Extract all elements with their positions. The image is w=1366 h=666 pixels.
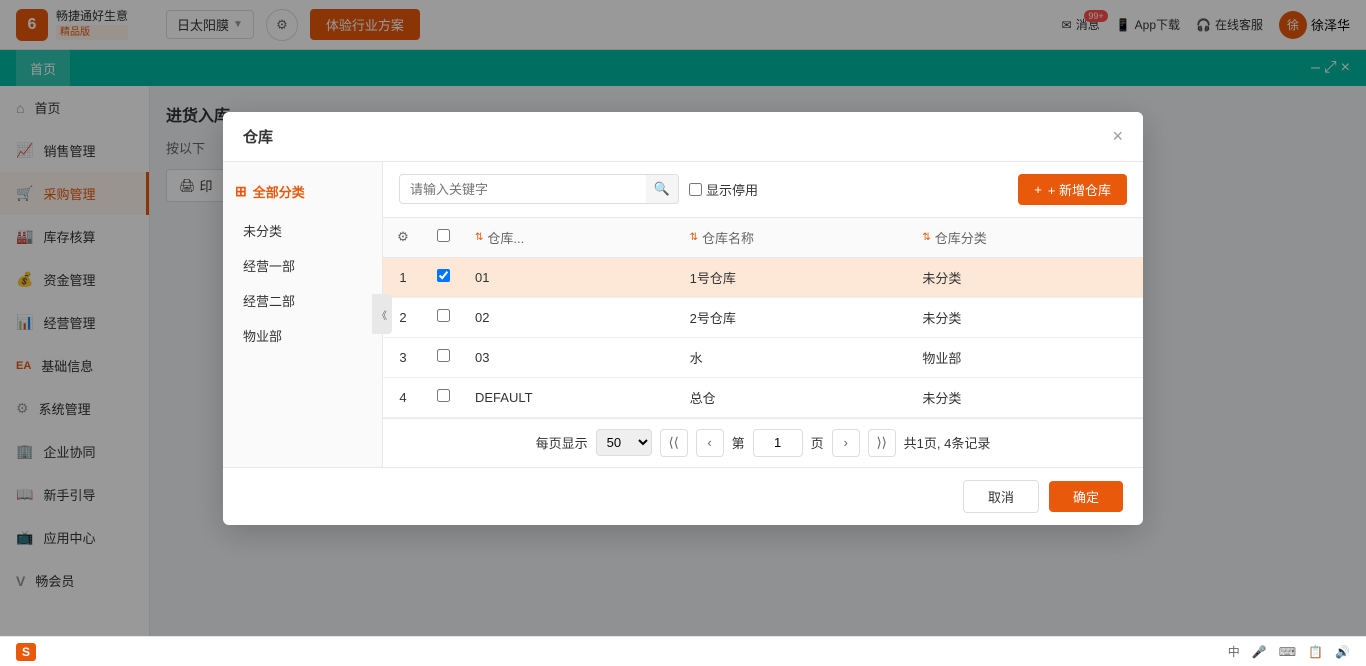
warehouse-modal: 仓库 × ⊞ 全部分类 《 未分类 经营一部 经营二部 物业部 xyxy=(223,112,1143,525)
table-row[interactable]: 2 02 2号仓库 未分类 xyxy=(383,297,1143,337)
row-settings: 3 xyxy=(383,337,423,377)
row-category: 未分类 xyxy=(910,257,1143,297)
page-size-label: 每页显示 xyxy=(536,433,588,452)
category-item-property[interactable]: 物业部 xyxy=(223,318,382,353)
table-wrapper: ⚙ ⇅ 仓库... xyxy=(383,218,1143,418)
row-category: 未分类 xyxy=(910,297,1143,337)
category-header: ⊞ 全部分类 xyxy=(223,174,382,213)
show-disabled-checkbox[interactable]: 显示停用 xyxy=(689,180,758,199)
sort-icon: ⇅ xyxy=(922,232,930,243)
page-suffix: 页 xyxy=(811,433,824,452)
page-number-input[interactable] xyxy=(753,429,803,457)
plus-icon: + xyxy=(1034,182,1042,197)
cancel-button[interactable]: 取消 xyxy=(963,480,1039,513)
status-logo: S xyxy=(16,643,36,661)
row-code: 01 xyxy=(463,257,678,297)
th-code: ⇅ 仓库... xyxy=(463,218,678,258)
keyboard-icon: ⌨ xyxy=(1279,645,1296,659)
page-size-select[interactable]: 50 100 200 xyxy=(596,429,652,456)
category-title: 全部分类 xyxy=(253,182,305,201)
status-bar: S 中 🎤 ⌨ 📋 🔊 xyxy=(0,636,1366,666)
row-code: 02 xyxy=(463,297,678,337)
row-checkbox[interactable] xyxy=(437,349,450,362)
search-box: 🔍 xyxy=(399,174,679,204)
row-settings: 1 xyxy=(383,257,423,297)
search-input[interactable] xyxy=(400,176,646,203)
row-checkbox[interactable] xyxy=(437,389,450,402)
speaker-icon: 🔊 xyxy=(1335,645,1350,659)
total-info: 共1页, 4条记录 xyxy=(904,433,991,452)
table-row[interactable]: 3 03 水 物业部 xyxy=(383,337,1143,377)
first-page-button[interactable]: ⟨⟨ xyxy=(660,429,688,457)
row-category: 未分类 xyxy=(910,377,1143,417)
row-name: 1号仓库 xyxy=(678,257,911,297)
sort-icon: ⇅ xyxy=(475,232,483,243)
category-sidebar: ⊞ 全部分类 《 未分类 经营一部 经营二部 物业部 xyxy=(223,162,383,467)
sort-icon: ⇅ xyxy=(690,232,698,243)
clipboard-icon: 📋 xyxy=(1308,645,1323,659)
row-code: DEFAULT xyxy=(463,377,678,417)
mic-icon: 🎤 xyxy=(1252,645,1267,659)
modal-overlay: 仓库 × ⊞ 全部分类 《 未分类 经营一部 经营二部 物业部 xyxy=(0,0,1366,636)
new-warehouse-button[interactable]: + + 新增仓库 xyxy=(1018,174,1127,205)
last-page-button[interactable]: ⟩⟩ xyxy=(868,429,896,457)
modal-header: 仓库 × xyxy=(223,112,1143,162)
row-checkbox[interactable] xyxy=(437,309,450,322)
select-all-checkbox[interactable] xyxy=(437,229,450,242)
category-item-unclassified[interactable]: 未分类 xyxy=(223,213,382,248)
modal-title: 仓库 xyxy=(243,126,273,147)
category-item-dept2[interactable]: 经营二部 xyxy=(223,283,382,318)
next-page-button[interactable]: › xyxy=(832,429,860,457)
category-item-dept1[interactable]: 经营一部 xyxy=(223,248,382,283)
th-name: ⇅ 仓库名称 xyxy=(678,218,911,258)
warehouse-table: ⚙ ⇅ 仓库... xyxy=(383,218,1143,418)
row-name: 总仓 xyxy=(678,377,911,417)
status-bar-right: 中 🎤 ⌨ 📋 🔊 xyxy=(1228,643,1350,660)
show-disabled-input[interactable] xyxy=(689,183,702,196)
category-grid-icon: ⊞ xyxy=(235,183,247,200)
collapse-arrow-icon: 《 xyxy=(377,307,387,322)
row-name: 2号仓库 xyxy=(678,297,911,337)
prev-page-button[interactable]: ‹ xyxy=(696,429,724,457)
row-checkbox[interactable] xyxy=(437,269,450,282)
show-disabled-label: 显示停用 xyxy=(706,180,758,199)
confirm-button[interactable]: 确定 xyxy=(1049,481,1123,512)
search-icon[interactable]: 🔍 xyxy=(646,175,678,203)
table-row[interactable]: 1 01 1号仓库 未分类 xyxy=(383,257,1143,297)
modal-toolbar: 🔍 显示停用 + + 新增仓库 xyxy=(383,162,1143,218)
category-collapse-button[interactable]: 《 xyxy=(372,294,392,334)
th-category: ⇅ 仓库分类 xyxy=(910,218,1143,258)
modal-close-button[interactable]: × xyxy=(1112,126,1123,147)
page-label: 第 xyxy=(732,433,745,452)
row-name: 水 xyxy=(678,337,911,377)
row-category: 物业部 xyxy=(910,337,1143,377)
modal-body: ⊞ 全部分类 《 未分类 经营一部 经营二部 物业部 🔍 xyxy=(223,162,1143,467)
table-row[interactable]: 4 DEFAULT 总仓 未分类 xyxy=(383,377,1143,417)
row-code: 03 xyxy=(463,337,678,377)
row-settings: 4 xyxy=(383,377,423,417)
status-bar-left: S xyxy=(16,645,36,659)
pagination: 每页显示 50 100 200 ⟨⟨ ‹ 第 页 › ⟩⟩ 共1页, 4条记录 xyxy=(383,418,1143,467)
modal-content-area: 🔍 显示停用 + + 新增仓库 xyxy=(383,162,1143,467)
lang-icon: 中 xyxy=(1228,643,1240,660)
modal-footer: 取消 确定 xyxy=(223,467,1143,525)
th-checkbox xyxy=(423,218,463,258)
th-settings: ⚙ xyxy=(383,218,423,258)
